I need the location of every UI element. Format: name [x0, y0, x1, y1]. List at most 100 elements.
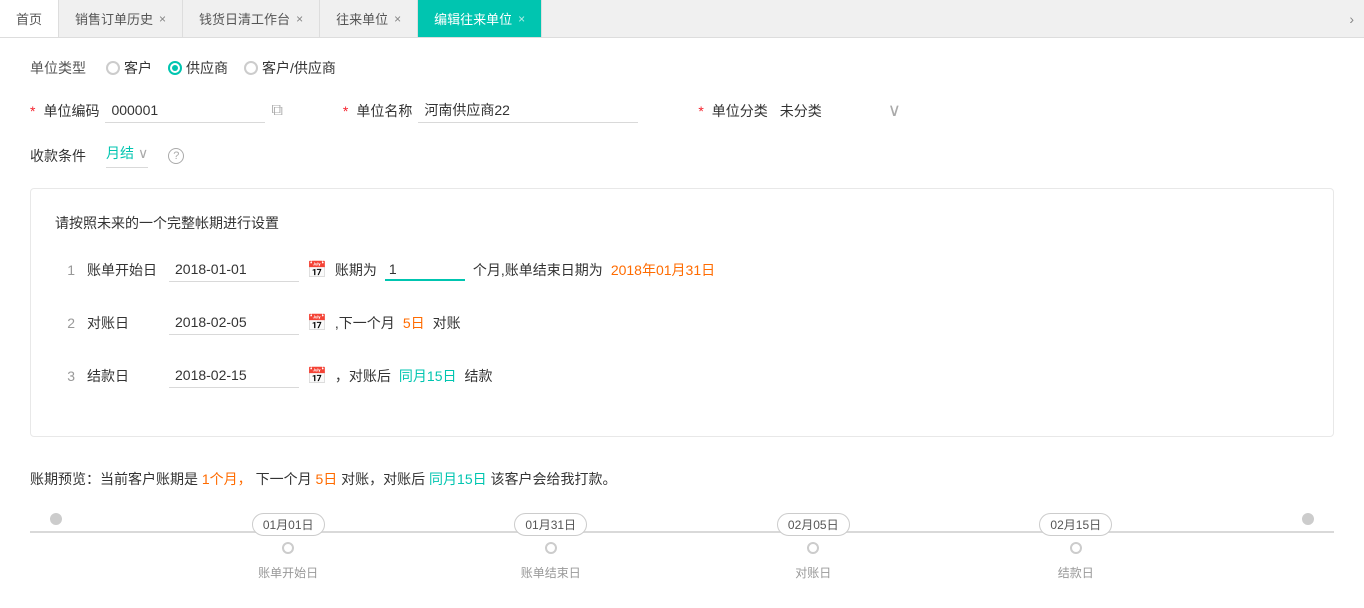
unit-type-radio-group: 客户 供应商 客户/供应商 [106, 58, 336, 78]
radio-supplier[interactable]: 供应商 [168, 58, 228, 78]
payment-label: 收款条件 [30, 146, 86, 166]
timeline-item-start-dot [50, 513, 62, 581]
code-field-group: * 单位编码 ⧉ [30, 98, 283, 123]
radio-customer-circle [106, 61, 120, 75]
row-2-num: 2 [55, 315, 75, 331]
radio-both-circle [244, 61, 258, 75]
row-2-suffix-before: ,下一个月 [335, 313, 395, 333]
row-2-highlight: 5日 [403, 313, 425, 333]
timeline-badge-3: 02月15日 [1039, 513, 1112, 536]
timeline-item-2: 02月05日 对账日 [777, 513, 850, 581]
name-label: 单位名称 [356, 101, 412, 121]
timeline-item-1: 01月31日 账单结束日 [514, 513, 587, 581]
row-2-label: 对账日 [87, 313, 157, 333]
tab-cash-work-close[interactable]: × [296, 12, 303, 26]
payment-select-wrapper[interactable]: 月结 ∨ [106, 143, 148, 168]
tab-home[interactable]: 首页 [0, 0, 59, 37]
tab-more-button[interactable]: › [1339, 0, 1364, 37]
row-2-content: 📅 ,下一个月 5日 对账 [169, 310, 1309, 335]
preview-reconcile-highlight: 5日 [315, 471, 337, 487]
payment-help-icon[interactable]: ? [168, 148, 184, 164]
timeline-label-3: 结款日 [1058, 564, 1094, 581]
unit-type-row: 单位类型 客户 供应商 客户/供应商 [30, 58, 1334, 78]
radio-both-label: 客户/供应商 [262, 58, 336, 78]
tab-partner-label: 往来单位 [336, 9, 388, 28]
timeline-dot-inner-0 [282, 542, 294, 554]
timeline: 01月01日 账单开始日 01月31日 账单结束日 02月05日 对账日 02月… [30, 513, 1334, 581]
tab-cash-work[interactable]: 钱货日清工作台 × [183, 0, 320, 37]
payment-date-calendar-icon[interactable]: 📅 [307, 366, 327, 386]
radio-customer[interactable]: 客户 [106, 58, 152, 78]
preview-section: 账期预览：当前客户账期是 1个月， 下一个月 5日 对账，对账后 同月15日 该… [30, 453, 1334, 581]
code-name-category-row: * 单位编码 ⧉ * 单位名称 * 单位分类 未分类 ∨ [30, 98, 1334, 123]
row-1-content: 📅 账期为 个月,账单结束日期为 2018年01月31日 [169, 257, 1309, 282]
timeline-dot-inner-2 [807, 542, 819, 554]
payment-date-input[interactable] [169, 363, 299, 388]
row-3-suffix-before: ，对账后 [335, 366, 391, 386]
row-1-num: 1 [55, 262, 75, 278]
row-3-content: 📅 ，对账后 同月15日 结款 [169, 363, 1309, 388]
code-required-star: * [30, 103, 35, 119]
timeline-dot-inner-1 [545, 542, 557, 554]
timeline-label-1: 账单结束日 [521, 564, 581, 581]
main-content: 单位类型 客户 供应商 客户/供应商 * 单位编码 ⧉ * 单位名称 [0, 38, 1364, 608]
timeline-dot-inner-3 [1070, 542, 1082, 554]
tab-sales-history[interactable]: 销售订单历史 × [59, 0, 183, 37]
billing-row-1: 1 账单开始日 📅 账期为 个月,账单结束日期为 2018年01月31日 [55, 257, 1309, 282]
category-dropdown-icon[interactable]: ∨ [888, 100, 901, 121]
tab-partner-close[interactable]: × [394, 12, 401, 26]
timeline-label-0: 账单开始日 [258, 564, 318, 581]
payment-value: 月结 [106, 143, 134, 163]
name-field-group: * 单位名称 [343, 98, 638, 123]
row-3-suffix-after: 结款 [465, 366, 493, 386]
row-2-suffix-after: 对账 [433, 313, 461, 333]
name-input[interactable] [418, 98, 638, 123]
billing-row-3: 3 结款日 📅 ，对账后 同月15日 结款 [55, 363, 1309, 388]
row-3-num: 3 [55, 368, 75, 384]
category-label: 单位分类 [712, 101, 768, 121]
preview-reconcile-prefix: 下一个月 [256, 471, 312, 487]
timeline-dot-end [1302, 513, 1314, 525]
payment-condition-row: 收款条件 月结 ∨ ? [30, 143, 1334, 168]
timeline-label-2: 对账日 [795, 564, 831, 581]
row-1-mid-text: 账期为 [335, 260, 377, 280]
reconcile-date-input[interactable] [169, 310, 299, 335]
category-value: 未分类 [780, 101, 822, 121]
row-3-highlight: 同月15日 [399, 366, 457, 386]
name-required-star: * [343, 103, 348, 119]
section-title: 请按照未来的一个完整帐期进行设置 [55, 213, 1309, 233]
tab-cash-work-label: 钱货日清工作台 [199, 9, 290, 28]
radio-supplier-circle [168, 61, 182, 75]
timeline-item-0: 01月01日 账单开始日 [252, 513, 325, 581]
end-date-highlight: 2018年01月31日 [611, 260, 715, 280]
start-date-input[interactable] [169, 257, 299, 282]
billing-row-2: 2 对账日 📅 ,下一个月 5日 对账 [55, 310, 1309, 335]
period-input[interactable] [385, 259, 465, 281]
tab-home-label: 首页 [16, 9, 42, 28]
payment-dropdown-icon[interactable]: ∨ [138, 145, 148, 162]
category-field-group: * 单位分类 未分类 ∨ [698, 100, 901, 121]
code-copy-icon[interactable]: ⧉ [271, 102, 282, 120]
preview-text: 账期预览：当前客户账期是 1个月， 下一个月 5日 对账，对账后 同月15日 该… [30, 469, 1334, 489]
tab-edit-partner-close[interactable]: × [518, 12, 525, 26]
radio-both[interactable]: 客户/供应商 [244, 58, 336, 78]
code-label: 单位编码 [43, 101, 99, 121]
preview-period: 1个月， [202, 471, 252, 487]
preview-payment-suffix: 该客户会给我打款。 [491, 471, 617, 487]
start-date-calendar-icon[interactable]: 📅 [307, 260, 327, 280]
preview-reconcile-suffix: 对账，对账后 [341, 471, 425, 487]
tab-edit-partner[interactable]: 编辑往来单位 × [418, 0, 542, 37]
timeline-item-3: 02月15日 结款日 [1039, 513, 1112, 581]
reconcile-date-calendar-icon[interactable]: 📅 [307, 313, 327, 333]
tab-bar: 首页 销售订单历史 × 钱货日清工作台 × 往来单位 × 编辑往来单位 × › [0, 0, 1364, 38]
code-input[interactable] [105, 98, 265, 123]
tab-edit-partner-label: 编辑往来单位 [434, 9, 512, 28]
tab-sales-history-close[interactable]: × [159, 12, 166, 26]
timeline-item-end-dot [1302, 513, 1314, 581]
category-required-star: * [698, 103, 703, 119]
timeline-badge-1: 01月31日 [514, 513, 587, 536]
timeline-badge-0: 01月01日 [252, 513, 325, 536]
tab-partner[interactable]: 往来单位 × [320, 0, 418, 37]
preview-payment-highlight: 同月15日 [429, 471, 487, 487]
preview-label: 账期预览：当前客户账期是 [30, 471, 198, 487]
